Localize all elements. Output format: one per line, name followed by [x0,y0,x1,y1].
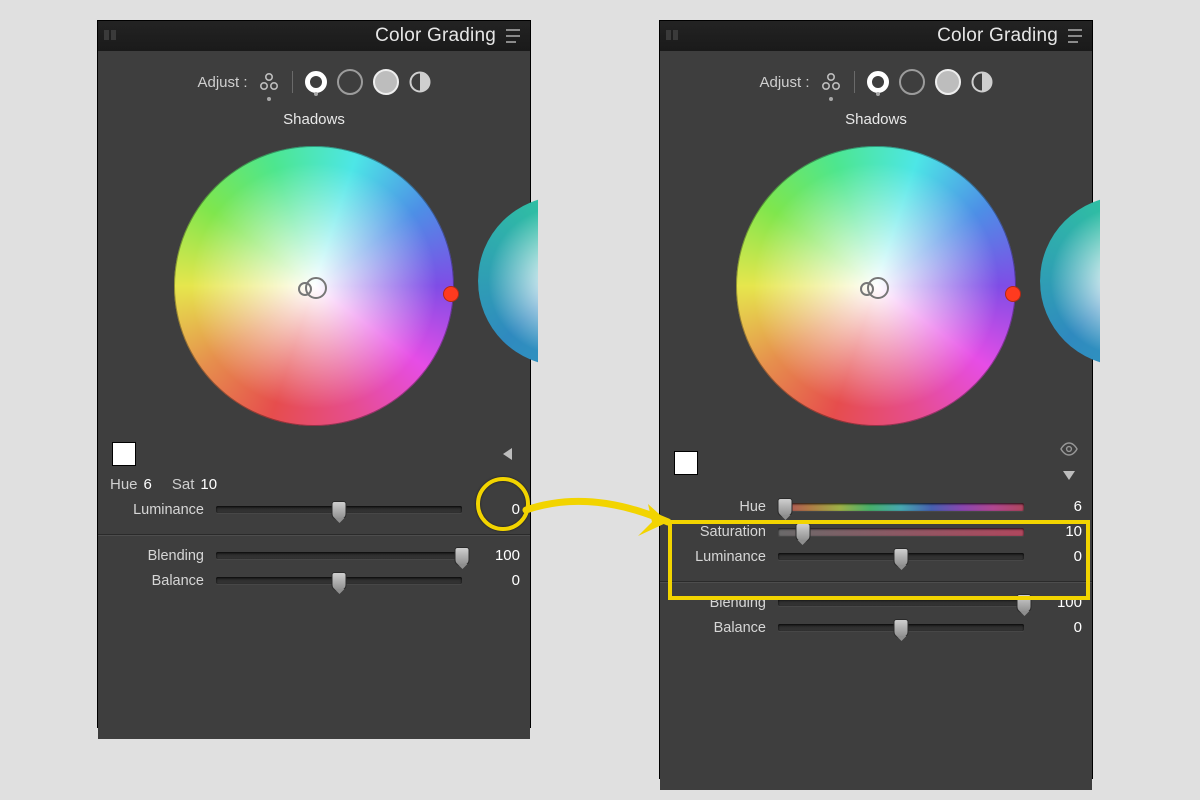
hue-label: Hue [670,499,778,515]
balance-label: Balance [670,620,778,636]
luminance-slider[interactable] [778,553,1024,560]
shadow-color-swatch[interactable] [674,451,698,475]
midtones-mode-icon[interactable] [899,69,925,95]
blending-label: Blending [108,548,216,564]
three-way-mode-icon[interactable] [258,71,280,93]
sat-label: Sat [172,476,195,493]
adjust-mode-row: Adjust : [108,69,520,95]
blending-slider[interactable] [778,599,1024,606]
luminance-value[interactable]: 0 [1024,548,1082,565]
triangle-down-icon [1063,471,1075,480]
balance-slider[interactable] [778,624,1024,631]
color-wheel-area [108,136,520,436]
panel-title: Color Grading [937,25,1058,47]
wheel-hue-handle[interactable] [1005,286,1021,302]
adjust-label: Adjust : [759,74,809,91]
divider [660,581,1092,582]
highlights-mode-icon[interactable] [935,69,961,95]
blending-row: Blending 100 [108,547,520,564]
hue-value[interactable]: 6 [1024,498,1082,515]
color-grading-panel-right: Color Grading Adjust : Shadows [659,20,1093,779]
wheel-hue-handle[interactable] [443,286,459,302]
hue-slider[interactable] [778,503,1024,511]
panel-body: Adjust : Shadows [660,51,1092,790]
adjust-mode-row: Adjust : [670,69,1082,95]
blending-row: Blending 100 [670,594,1082,611]
section-title: Shadows [108,111,520,128]
panel-grip-icon[interactable] [666,30,678,40]
panel-header: Color Grading [98,21,530,51]
balance-value[interactable]: 0 [1024,619,1082,636]
sat-value[interactable]: 10 [200,476,217,493]
luminance-value[interactable]: 0 [462,501,520,518]
divider [98,534,530,535]
blending-slider[interactable] [216,552,462,559]
eye-icon[interactable] [1060,442,1078,460]
luminance-row: Luminance 0 [670,548,1082,565]
next-wheel-peek[interactable] [478,196,538,366]
midtones-mode-icon[interactable] [337,69,363,95]
hue-value[interactable]: 6 [144,476,152,493]
highlights-mode-icon[interactable] [373,69,399,95]
hue-sat-compact: Hue 6 Sat 10 [110,476,520,493]
luminance-row: Luminance 0 [108,501,520,518]
hue-label: Hue [110,476,138,493]
hue-row: Hue 6 [670,498,1082,515]
shadows-mode-icon[interactable] [867,71,889,93]
panel-grip-icon[interactable] [104,30,116,40]
panel-title: Color Grading [375,25,496,47]
collapse-sliders-button[interactable] [1060,466,1078,484]
color-wheel-area [670,136,1082,436]
wheel-center-handle[interactable] [305,277,327,299]
panel-header: Color Grading [660,21,1092,51]
shadow-color-swatch[interactable] [112,442,136,466]
luminance-label: Luminance [108,502,216,518]
wheel-center-handle[interactable] [867,277,889,299]
expand-sliders-button[interactable] [498,445,516,463]
three-way-mode-icon[interactable] [820,71,842,93]
balance-row: Balance 0 [108,572,520,589]
section-title: Shadows [670,111,1082,128]
blending-label: Blending [670,595,778,611]
panel-toggle-icon[interactable] [1068,29,1082,43]
separator [854,71,855,93]
adjust-label: Adjust : [197,74,247,91]
next-wheel-peek[interactable] [1040,196,1100,366]
global-mode-icon[interactable] [409,71,431,93]
balance-slider[interactable] [216,577,462,584]
triangle-left-icon [503,448,512,460]
saturation-label: Saturation [670,524,778,540]
separator [292,71,293,93]
luminance-label: Luminance [670,549,778,565]
balance-row: Balance 0 [670,619,1082,636]
blending-value[interactable]: 100 [462,547,520,564]
saturation-row: Saturation 10 [670,523,1082,540]
luminance-slider[interactable] [216,506,462,513]
blending-value[interactable]: 100 [1024,594,1082,611]
saturation-value[interactable]: 10 [1024,523,1082,540]
saturation-slider[interactable] [778,528,1024,536]
shadows-mode-icon[interactable] [305,71,327,93]
panel-toggle-icon[interactable] [506,29,520,43]
global-mode-icon[interactable] [971,71,993,93]
panel-body: Adjust : Shadows [98,51,530,739]
color-grading-panel-left: Color Grading Adjust : Shadows [97,20,531,728]
balance-label: Balance [108,573,216,589]
balance-value[interactable]: 0 [462,572,520,589]
